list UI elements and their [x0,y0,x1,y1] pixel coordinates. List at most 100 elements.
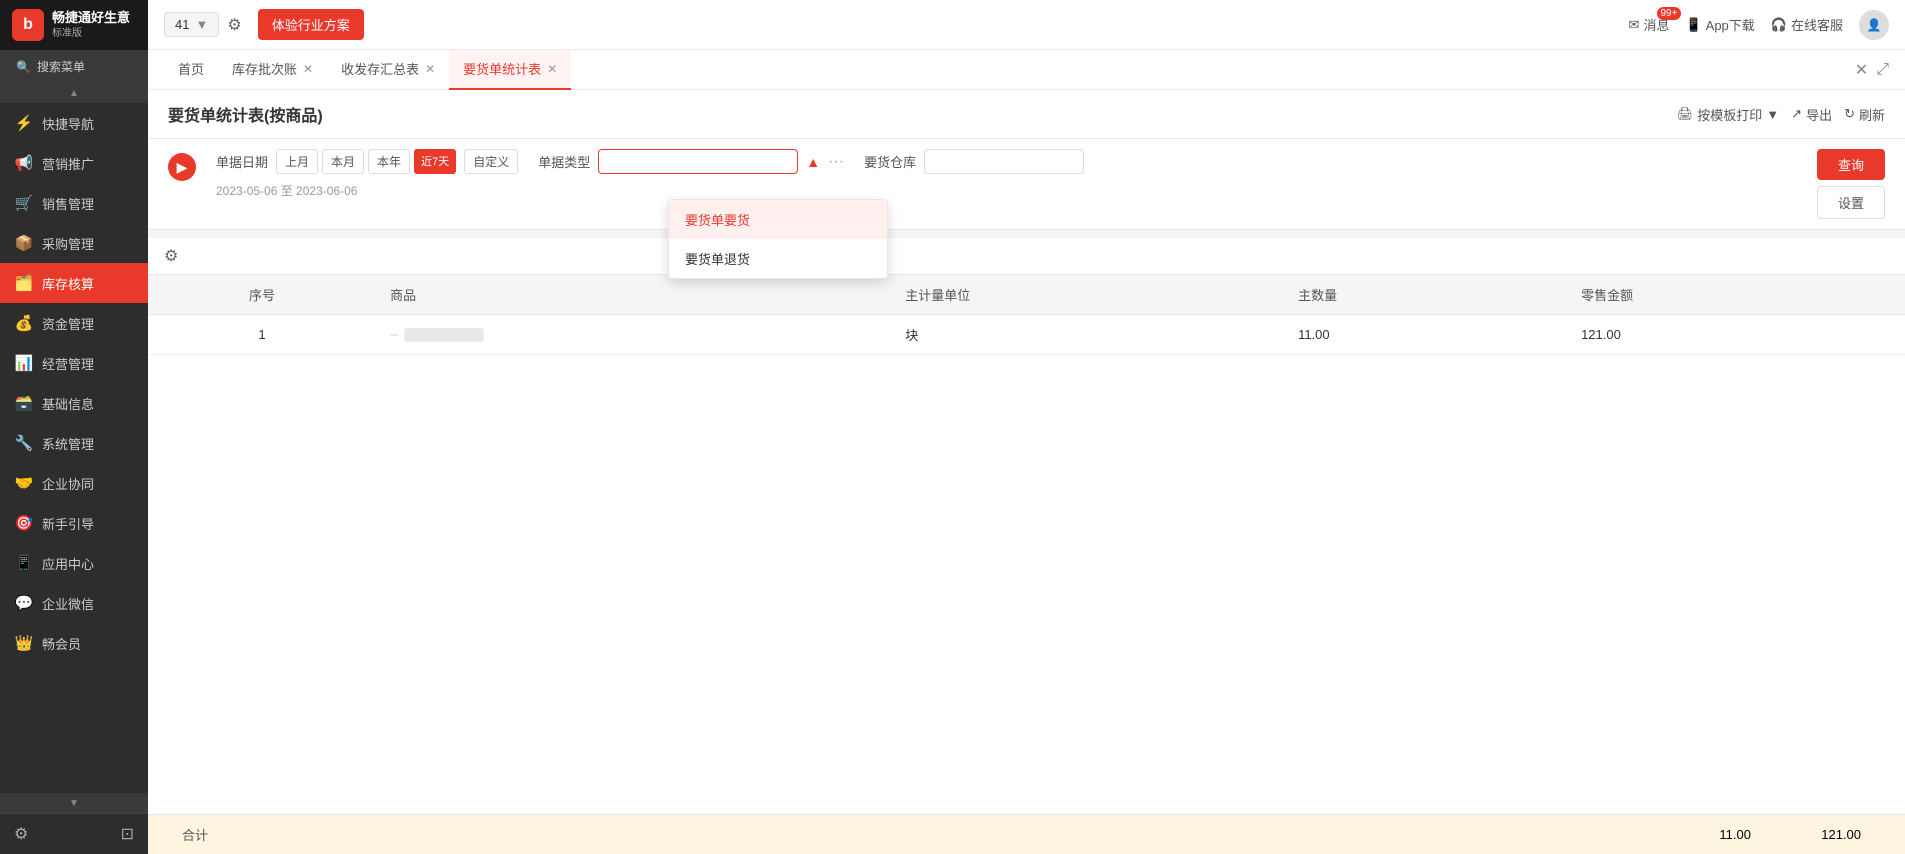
sidebar: b 畅捷通好生意 标准版 🔍 搜索菜单 ▲ ⚡ 快捷导航 📢 营销推广 🛒 销售… [0,0,148,854]
system-icon: 🔧 [14,433,34,453]
sidebar-item-app-center[interactable]: 📱 应用中心 [0,543,148,583]
user-avatar[interactable]: 👤 [1859,10,1889,40]
tab-order-stat[interactable]: 要货单统计表 ✕ [449,50,571,90]
filter-expand-button[interactable]: ▶ [168,153,196,181]
sidebar-item-label: 库存核算 [42,274,134,293]
settings-footer-icon[interactable]: ⚙ [14,824,28,844]
trial-button[interactable]: 体验行业方案 [258,9,364,40]
sidebar-item-sales[interactable]: 🛒 销售管理 [0,183,148,223]
sidebar-item-system[interactable]: 🔧 系统管理 [0,423,148,463]
date-tab-ben[interactable]: 本月 [322,149,364,174]
warehouse-filter-input[interactable] [924,149,1084,174]
base-info-icon: 🗃️ [14,393,34,413]
cell-qty: 11.00 [1284,315,1567,355]
sidebar-item-operations[interactable]: 📊 经营管理 [0,343,148,383]
page-title: 要货单统计表(按商品) [168,102,323,126]
sidebar-item-label: 基础信息 [42,394,134,413]
print-arrow-icon: ▼ [1766,107,1779,122]
online-service-button[interactable]: 🎧 在线客服 [1771,15,1843,34]
sidebar-item-member[interactable]: 👑 畅会员 [0,623,148,663]
sidebar-item-wechat[interactable]: 💬 企业微信 [0,583,148,623]
date-tab-recent[interactable]: 近7天 [414,149,456,174]
print-button[interactable]: 🖨 按模板打印 ▼ [1677,105,1779,124]
type-filter-row: 单据类型 ▲ ··· [538,149,844,174]
chevron-down-icon: ▼ [69,798,79,809]
dropdown-item-label: 要货单退货 [685,252,750,267]
tab-home[interactable]: 首页 [164,50,218,90]
type-filter-arrow-icon[interactable]: ▲ [806,154,820,170]
sidebar-item-newbie[interactable]: 🎯 新手引导 [0,503,148,543]
tab-recv-send-close[interactable]: ✕ [425,62,435,76]
total-label: 合计 [162,825,362,844]
warehouse-filter-label: 要货仓库 [864,152,916,171]
tab-bar: 首页 库存批次账 ✕ 收发存汇总表 ✕ 要货单统计表 ✕ ✕ ⤢ [148,50,1905,90]
date-range-display: 2023-05-06 至 2023-06-06 [216,182,518,199]
sidebar-scroll-down[interactable]: ▼ [0,793,148,813]
sidebar-logo: b 畅捷通好生意 标准版 [0,0,148,50]
query-button[interactable]: 查询 [1817,149,1885,180]
sidebar-item-label: 资金管理 [42,314,134,333]
store-selector[interactable]: 41 ▼ [164,12,219,37]
service-icon: 🎧 [1771,17,1787,33]
page-content: 要货单统计表(按商品) 🖨 按模板打印 ▼ ↗ 导出 ↻ 刷新 [148,90,1905,854]
date-tab-shang[interactable]: 上月 [276,149,318,174]
date-custom-button[interactable]: 自定义 [464,149,518,174]
wechat-icon: 💬 [14,593,34,613]
filter-settings-button[interactable]: 设置 [1817,186,1885,219]
sidebar-item-inventory[interactable]: 🗂️ 库存核算 [0,263,148,303]
topbar-gear-icon[interactable]: ⚙ [227,15,241,35]
tab-order-stat-close[interactable]: ✕ [547,62,557,76]
col-amount: 零售金额 [1567,275,1905,315]
service-label: 在线客服 [1791,15,1843,34]
table-row: 1 块 11.00 121.00 [148,315,1905,355]
sidebar-scroll-up[interactable]: ▲ [0,83,148,103]
tab-stock-batch[interactable]: 库存批次账 ✕ [218,50,327,90]
tab-close-all-icon[interactable]: ✕ [1855,60,1868,80]
sidebar-item-base-info[interactable]: 🗃️ 基础信息 [0,383,148,423]
warehouse-filter-group: 要货仓库 [864,149,1084,174]
filter-dots-icon[interactable]: ··· [828,153,844,171]
sidebar-item-purchase[interactable]: 📦 采购管理 [0,223,148,263]
total-row: 合计 11.00 121.00 [148,814,1905,854]
table-gear-icon[interactable]: ⚙ [164,246,178,266]
dropdown-item-order-return[interactable]: 要货单退货 [669,239,887,278]
refresh-button[interactable]: ↻ 刷新 [1844,105,1885,124]
sidebar-item-enterprise[interactable]: 🤝 企业协同 [0,463,148,503]
operations-icon: 📊 [14,353,34,373]
page-header-actions: 🖨 按模板打印 ▼ ↗ 导出 ↻ 刷新 [1677,105,1885,124]
total-qty: 11.00 [1719,827,1751,842]
dropdown-item-order-goods[interactable]: 要货单要货 [669,200,887,239]
sidebar-nav: ⚡ 快捷导航 📢 营销推广 🛒 销售管理 📦 采购管理 🗂️ 库存核算 💰 资金… [0,103,148,793]
message-button[interactable]: ✉ 消息 99+ [1629,15,1670,34]
sidebar-item-marketing[interactable]: 📢 营销推广 [0,143,148,183]
store-arrow-icon: ▼ [195,17,208,32]
inventory-icon: 🗂️ [14,273,34,293]
type-dropdown: 要货单要货 要货单退货 [668,199,888,279]
sidebar-search-label: 搜索菜单 [37,58,85,75]
export-button[interactable]: ↗ 导出 [1791,105,1832,124]
app-logo-icon: b [12,9,44,41]
tab-recv-send[interactable]: 收发存汇总表 ✕ [327,50,449,90]
store-name: 41 [175,17,189,32]
app-sub: 标准版 [52,27,130,40]
marketing-icon: 📢 [14,153,34,173]
page-header: 要货单统计表(按商品) 🖨 按模板打印 ▼ ↗ 导出 ↻ 刷新 [148,90,1905,139]
purchase-icon: 📦 [14,233,34,253]
date-tab-nian[interactable]: 本年 [368,149,410,174]
chevron-up-icon: ▲ [69,88,79,99]
filter-bar: ▶ 单据日期 上月 本月 本年 近7天 自定义 2023-05-06 至 202… [148,139,1905,230]
app-download-button[interactable]: 📱 App下载 [1685,15,1754,34]
sidebar-item-quick-nav[interactable]: ⚡ 快捷导航 [0,103,148,143]
tab-expand-icon[interactable]: ⤢ [1876,61,1889,79]
app-download-icon: 📱 [1685,17,1701,33]
member-icon: 👑 [14,633,34,653]
sidebar-item-finance[interactable]: 💰 资金管理 [0,303,148,343]
col-seq: 序号 [148,275,376,315]
type-filter-input[interactable] [598,149,798,174]
tab-stock-batch-close[interactable]: ✕ [303,62,313,76]
sidebar-search-button[interactable]: 🔍 搜索菜单 [0,50,148,83]
col-product: 商品 [376,275,891,315]
date-filter-group: 单据日期 上月 本月 本年 近7天 自定义 2023-05-06 至 2023-… [216,149,518,199]
filter-actions: 查询 设置 [1817,149,1885,219]
collapse-icon[interactable]: ⊡ [121,824,134,844]
